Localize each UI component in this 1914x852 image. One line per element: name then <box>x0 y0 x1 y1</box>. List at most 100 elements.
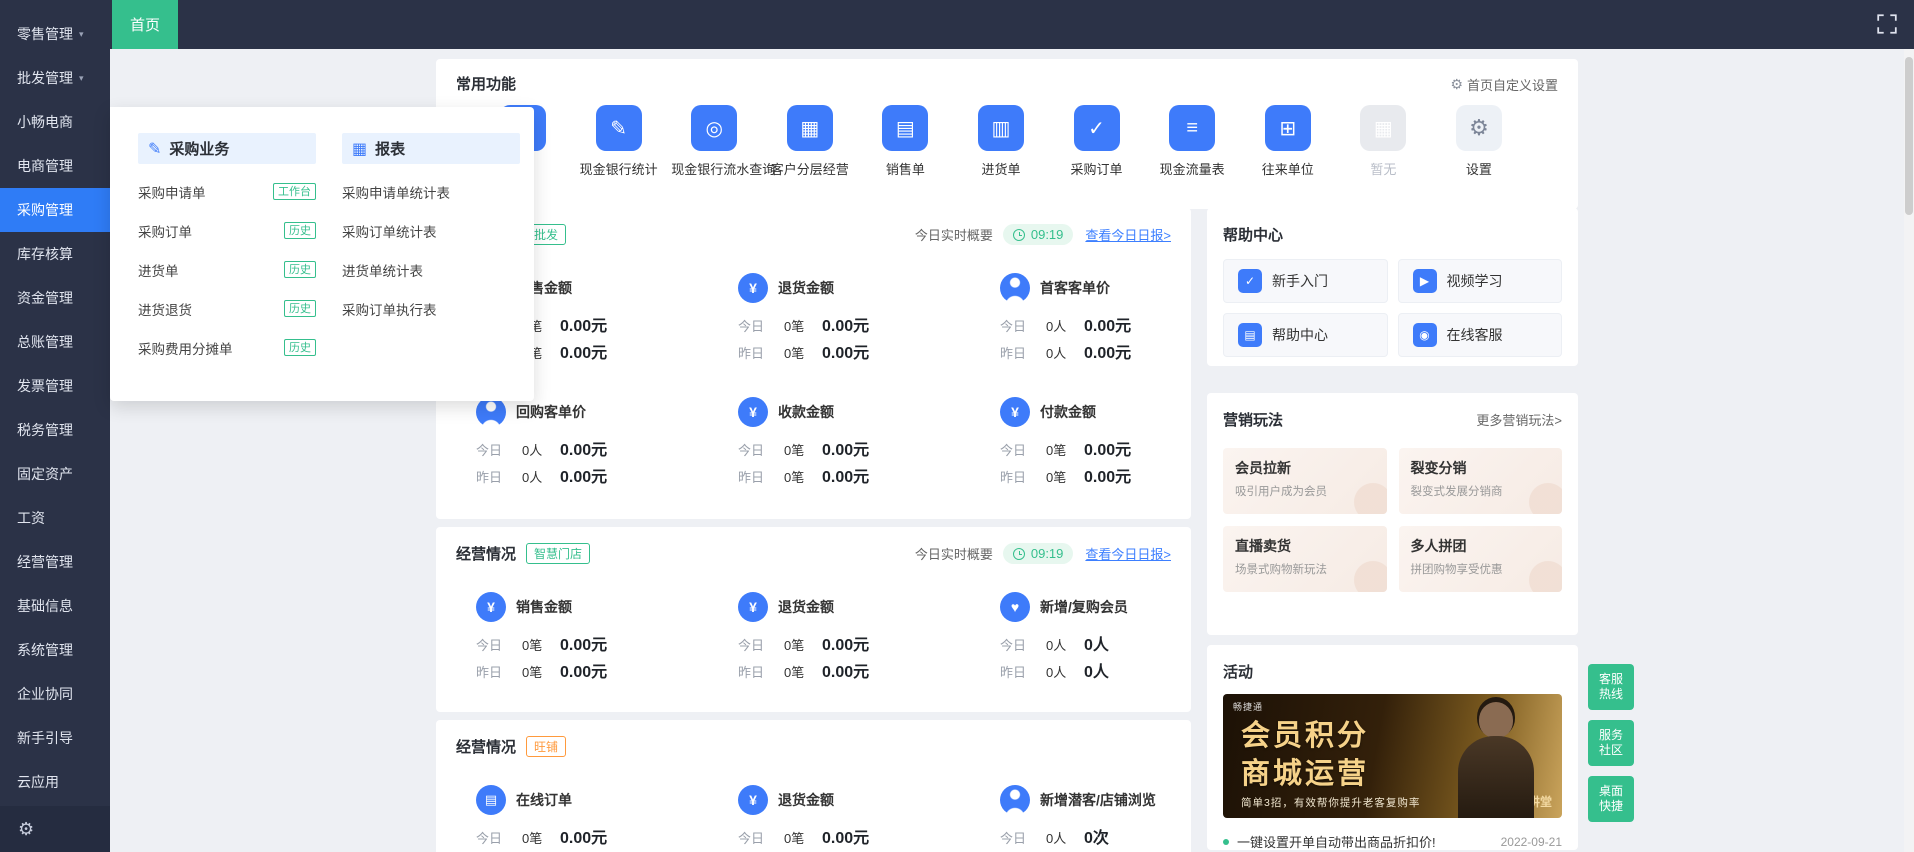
float-button[interactable]: 客服热线 <box>1588 664 1634 710</box>
flyout-menu-item[interactable]: 采购订单 历史 <box>138 211 316 250</box>
app-label: 现金流量表 <box>1159 162 1225 177</box>
topbar <box>110 0 1914 49</box>
quick-function-item[interactable]: ◎ 现金银行流水查询 <box>671 105 775 178</box>
card-header: 帮助中心 <box>1207 208 1578 245</box>
flyout-menu-item[interactable]: 采购费用分摊单 历史 <box>138 328 316 367</box>
metric-count: 0人 <box>1046 346 1067 361</box>
menu-item-label: 采购订单统计表 <box>342 224 437 240</box>
metric-block: 收款金额 今日 0笔 0.00元 昨日 0笔 0.00元 <box>738 397 1000 491</box>
metric-amount: 0.00元 <box>1084 469 1132 486</box>
flyout-menu-item[interactable]: 进货单统计表 <box>342 250 520 289</box>
tab-home[interactable]: 首页 <box>112 0 178 49</box>
sidebar-item-label: 云应用 <box>17 774 59 790</box>
quick-function-item[interactable]: ✎ 现金银行统计 <box>576 105 662 178</box>
quick-function-item[interactable]: ▦ 客户分层经营 <box>767 105 853 178</box>
marketing-tile[interactable]: 会员拉新 吸引用户成为会员 <box>1223 448 1387 514</box>
tile-title: 裂变分销 <box>1410 460 1467 476</box>
card-title: 营销玩法 <box>1223 412 1284 429</box>
sidebar-item[interactable]: 库存核算 <box>0 232 110 276</box>
help-button[interactable]: ▤ 帮助中心 <box>1223 313 1388 357</box>
time-value: 09:19 <box>1030 546 1064 561</box>
quick-function-item[interactable]: ▤ 销售单 <box>862 105 948 178</box>
sidebar-item[interactable]: 系统管理 <box>0 628 110 672</box>
promo-banner[interactable]: 畅捷通 会员积分 商城运营 简单3招，有效帮你提升老客复购率 大讲堂 <box>1223 694 1562 818</box>
card-title: 活动 <box>1223 664 1254 681</box>
flyout-menu-item[interactable]: 采购订单统计表 <box>342 211 520 250</box>
section-title-quick: 常用功能 <box>456 76 517 93</box>
sidebar-item[interactable]: 税务管理 <box>0 408 110 452</box>
sidebar-item[interactable]: 企业协同 <box>0 672 110 716</box>
flyout-menu-item[interactable]: 进货单 历史 <box>138 250 316 289</box>
marketing-tile[interactable]: 直播卖货 场景式购物新玩法 <box>1223 526 1387 592</box>
sidebar-item[interactable]: 小畅电商 <box>0 100 110 144</box>
help-button[interactable]: ◉ 在线客服 <box>1397 313 1562 357</box>
help-icon: ▶ <box>1412 269 1437 293</box>
sidebar-item[interactable]: 批发管理 ▾ <box>0 56 110 100</box>
scrollbar-track[interactable] <box>1904 49 1914 852</box>
more-marketing-link[interactable]: 更多营销玩法> <box>1476 410 1562 429</box>
metric-count: 0人 <box>522 443 543 458</box>
sidebar-item[interactable]: 工资 <box>0 496 110 540</box>
sidebar-item[interactable]: 基础信息 <box>0 584 110 628</box>
flyout-menu-item[interactable]: 采购申请单统计表 <box>342 172 520 211</box>
sidebar-item-label: 基础信息 <box>17 598 73 614</box>
sidebar-item[interactable]: 新手引导 <box>0 716 110 760</box>
business-card-wholesale: 经营情况 批发 今日实时概要 09:19 查看今日日报> 销售金额 今日0笔0.… <box>436 208 1191 519</box>
sidebar-item[interactable]: 资金管理 <box>0 276 110 320</box>
tile-title: 多人拼团 <box>1410 538 1467 554</box>
float-button[interactable]: 服务社区 <box>1588 720 1634 766</box>
app-label: 设置 <box>1465 162 1492 177</box>
sidebar-item[interactable]: 电商管理 <box>0 144 110 188</box>
sidebar-item[interactable]: 零售管理 ▾ <box>0 12 110 56</box>
fullscreen-icon[interactable] <box>1876 13 1898 35</box>
marketing-tile[interactable]: 裂变分销 裂变式发展分销商 <box>1398 448 1562 514</box>
sidebar-item[interactable]: 云应用 <box>0 760 110 804</box>
metric-period: 昨日 <box>1000 346 1027 361</box>
sidebar-item[interactable]: 经营管理 <box>0 540 110 584</box>
scrollbar-thumb[interactable] <box>1905 57 1913 215</box>
menu-item-tag: 工作台 <box>273 183 316 200</box>
settings-gear-icon[interactable]: ⚙ <box>18 819 34 840</box>
flyout-menu-item[interactable]: 采购申请单 工作台 <box>138 172 316 211</box>
metric-label: 销售金额 <box>516 599 572 615</box>
quick-function-item[interactable]: ≡ 现金流量表 <box>1149 105 1235 178</box>
marketing-tile[interactable]: 多人拼团 拼团购物享受优惠 <box>1398 526 1562 592</box>
menu-item-label: 采购申请单统计表 <box>342 185 450 201</box>
metric-period: 昨日 <box>1000 665 1027 680</box>
metric-icon <box>738 397 768 427</box>
activity-card: 活动 畅捷通 会员积分 商城运营 简单3招，有效帮你提升老客复购率 大讲堂 一键… <box>1207 645 1578 850</box>
quick-function-item[interactable]: ▥ 进货单 <box>958 105 1044 178</box>
tile-title: 直播卖货 <box>1235 538 1291 554</box>
sidebar-item[interactable]: 总账管理 <box>0 320 110 364</box>
app-icon: ⚙ <box>1455 105 1502 151</box>
quick-function-item[interactable]: ▦ 暂无 <box>1340 105 1426 178</box>
daily-report-link[interactable]: 查看今日日报> <box>1085 225 1171 244</box>
help-label: 视频学习 <box>1446 273 1503 289</box>
metric-icon <box>1000 592 1030 622</box>
metric-block: 退货金额 今日 0笔 0.00元 <box>738 785 1000 852</box>
metric-icon <box>738 273 768 303</box>
quick-function-item[interactable]: ⚙ 设置 <box>1436 105 1522 178</box>
sidebar-item[interactable]: 发票管理 <box>0 364 110 408</box>
float-button[interactable]: 桌面快捷 <box>1588 776 1634 822</box>
metric-row-today: 今日 0笔 0.00元 <box>476 825 738 852</box>
help-button[interactable]: ✓ 新手入门 <box>1223 259 1388 303</box>
float-button-label: 桌面快捷 <box>1599 784 1624 813</box>
metric-count: 0笔 <box>784 319 805 334</box>
sidebar-item[interactable]: 固定资产 <box>0 452 110 496</box>
quick-function-item[interactable]: ✓ 采购订单 <box>1054 105 1140 178</box>
sidebar-item[interactable]: 采购管理 <box>0 188 110 232</box>
activity-news-item[interactable]: 一键设置开单自动带出商品折扣价! 2022-09-21 <box>1207 818 1578 851</box>
flyout-menu-item[interactable]: 采购订单执行表 <box>342 289 520 328</box>
flyout-menu-item[interactable]: 进货退货 历史 <box>138 289 316 328</box>
help-center-card: 帮助中心 ✓ 新手入门 ▶ 视频学习 ▤ 帮助中心 ◉ 在线客服 <box>1207 208 1578 366</box>
sidebar-item-label: 税务管理 <box>17 422 73 438</box>
help-button[interactable]: ▶ 视频学习 <box>1397 259 1562 303</box>
quick-function-item[interactable]: ⊞ 往来单位 <box>1245 105 1331 178</box>
metric-amount: 0.00元 <box>1084 318 1132 335</box>
daily-report-link[interactable]: 查看今日日报> <box>1085 544 1171 563</box>
metric-icon <box>1000 273 1030 303</box>
metric-row-yesterday: 昨日 0人 0.00元 <box>476 464 738 491</box>
home-customize-link[interactable]: ⚙ 首页自定义设置 <box>1450 75 1558 94</box>
metric-icon <box>476 785 506 815</box>
